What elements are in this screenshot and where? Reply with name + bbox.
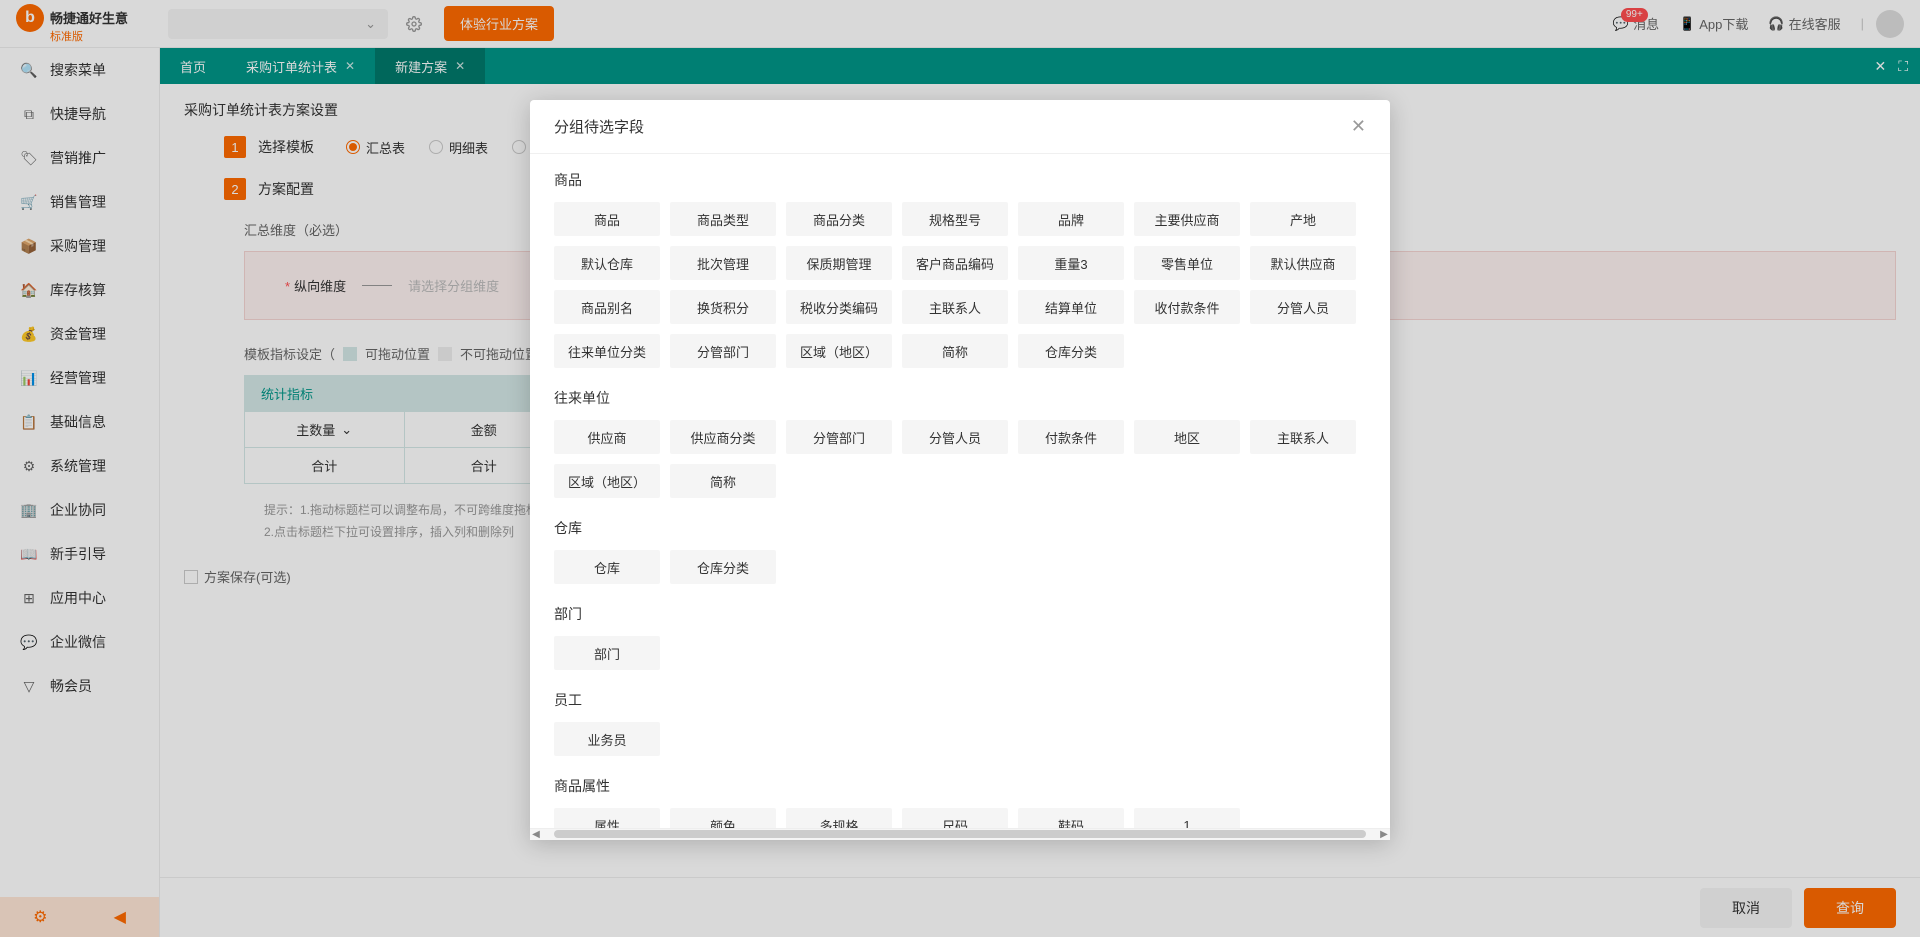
field-chip[interactable]: 业务员 [554,722,660,756]
field-chip[interactable]: 供应商分类 [670,420,776,454]
scroll-track [554,830,1366,838]
field-group-5: 商品属性属性颜色多规格尺码鞋码 1 [554,776,1366,828]
field-group-title: 往来单位 [554,388,1366,408]
field-chip[interactable]: 零售单位 [1134,246,1240,280]
field-chip[interactable]: 仓库 [554,550,660,584]
field-group-4: 员工业务员 [554,690,1366,756]
field-chip[interactable]: 分管人员 [902,420,1008,454]
field-chip[interactable]: 批次管理 [670,246,776,280]
field-chip[interactable]: 鞋码 [1018,808,1124,828]
field-chip[interactable]: 分管部门 [670,334,776,368]
field-chip[interactable]: 换货积分 [670,290,776,324]
field-group-title: 商品属性 [554,776,1366,796]
field-chip[interactable]: 品牌 [1018,202,1124,236]
field-chip[interactable]: 重量3 [1018,246,1124,280]
field-chip[interactable]: 默认供应商 [1250,246,1356,280]
field-chip[interactable]: 部门 [554,636,660,670]
scroll-left-arrow: ◀ [530,829,542,840]
field-chip[interactable]: 商品 [554,202,660,236]
modal-horizontal-scrollbar[interactable]: ◀ ▶ [530,828,1390,840]
scroll-right-arrow: ▶ [1378,829,1390,840]
field-chip[interactable]: 商品类型 [670,202,776,236]
field-chip[interactable]: 分管人员 [1250,290,1356,324]
field-chip[interactable]: 地区 [1134,420,1240,454]
field-chip[interactable]: 主要供应商 [1134,202,1240,236]
field-group-title: 员工 [554,690,1366,710]
field-chip[interactable]: 往来单位分类 [554,334,660,368]
field-chip[interactable]: 尺码 [902,808,1008,828]
field-chip[interactable]: 商品分类 [786,202,892,236]
modal-title: 分组待选字段 [554,116,644,137]
field-group-2: 仓库仓库仓库分类 [554,518,1366,584]
field-chip[interactable]: 属性 [554,808,660,828]
field-chip[interactable]: 区域（地区） [786,334,892,368]
field-group-0: 商品商品商品类型商品分类规格型号品牌主要供应商产地默认仓库批次管理保质期管理客户… [554,170,1366,368]
field-chip[interactable]: 仓库分类 [670,550,776,584]
field-group-title: 部门 [554,604,1366,624]
field-selector-modal: 分组待选字段 ✕ 商品商品商品类型商品分类规格型号品牌主要供应商产地默认仓库批次… [530,100,1390,840]
field-chip[interactable]: 客户商品编码 [902,246,1008,280]
field-chip[interactable]: 分管部门 [786,420,892,454]
field-group-3: 部门部门 [554,604,1366,670]
modal-close-button[interactable]: ✕ [1351,116,1366,137]
field-chip[interactable]: 商品别名 [554,290,660,324]
field-chip[interactable]: 简称 [902,334,1008,368]
field-group-1: 往来单位供应商供应商分类分管部门分管人员付款条件地区主联系人区域（地区） 简称 [554,388,1366,498]
field-chip[interactable]: 1 [1134,808,1240,828]
field-chip[interactable]: 供应商 [554,420,660,454]
field-chip[interactable]: 简称 [670,464,776,498]
field-chip[interactable]: 付款条件 [1018,420,1124,454]
field-chip[interactable]: 多规格 [786,808,892,828]
field-chip[interactable]: 收付款条件 [1134,290,1240,324]
field-chip[interactable]: 颜色 [670,808,776,828]
field-chip[interactable]: 主联系人 [902,290,1008,324]
field-chip[interactable]: 默认仓库 [554,246,660,280]
field-chip[interactable]: 结算单位 [1018,290,1124,324]
field-chip[interactable]: 规格型号 [902,202,1008,236]
field-group-title: 商品 [554,170,1366,190]
modal-overlay[interactable]: 分组待选字段 ✕ 商品商品商品类型商品分类规格型号品牌主要供应商产地默认仓库批次… [0,0,1920,937]
field-chip[interactable]: 主联系人 [1250,420,1356,454]
field-chip[interactable]: 仓库分类 [1018,334,1124,368]
field-chip[interactable]: 区域（地区） [554,464,660,498]
field-chip[interactable]: 保质期管理 [786,246,892,280]
field-chip[interactable]: 税收分类编码 [786,290,892,324]
field-group-title: 仓库 [554,518,1366,538]
field-chip[interactable]: 产地 [1250,202,1356,236]
